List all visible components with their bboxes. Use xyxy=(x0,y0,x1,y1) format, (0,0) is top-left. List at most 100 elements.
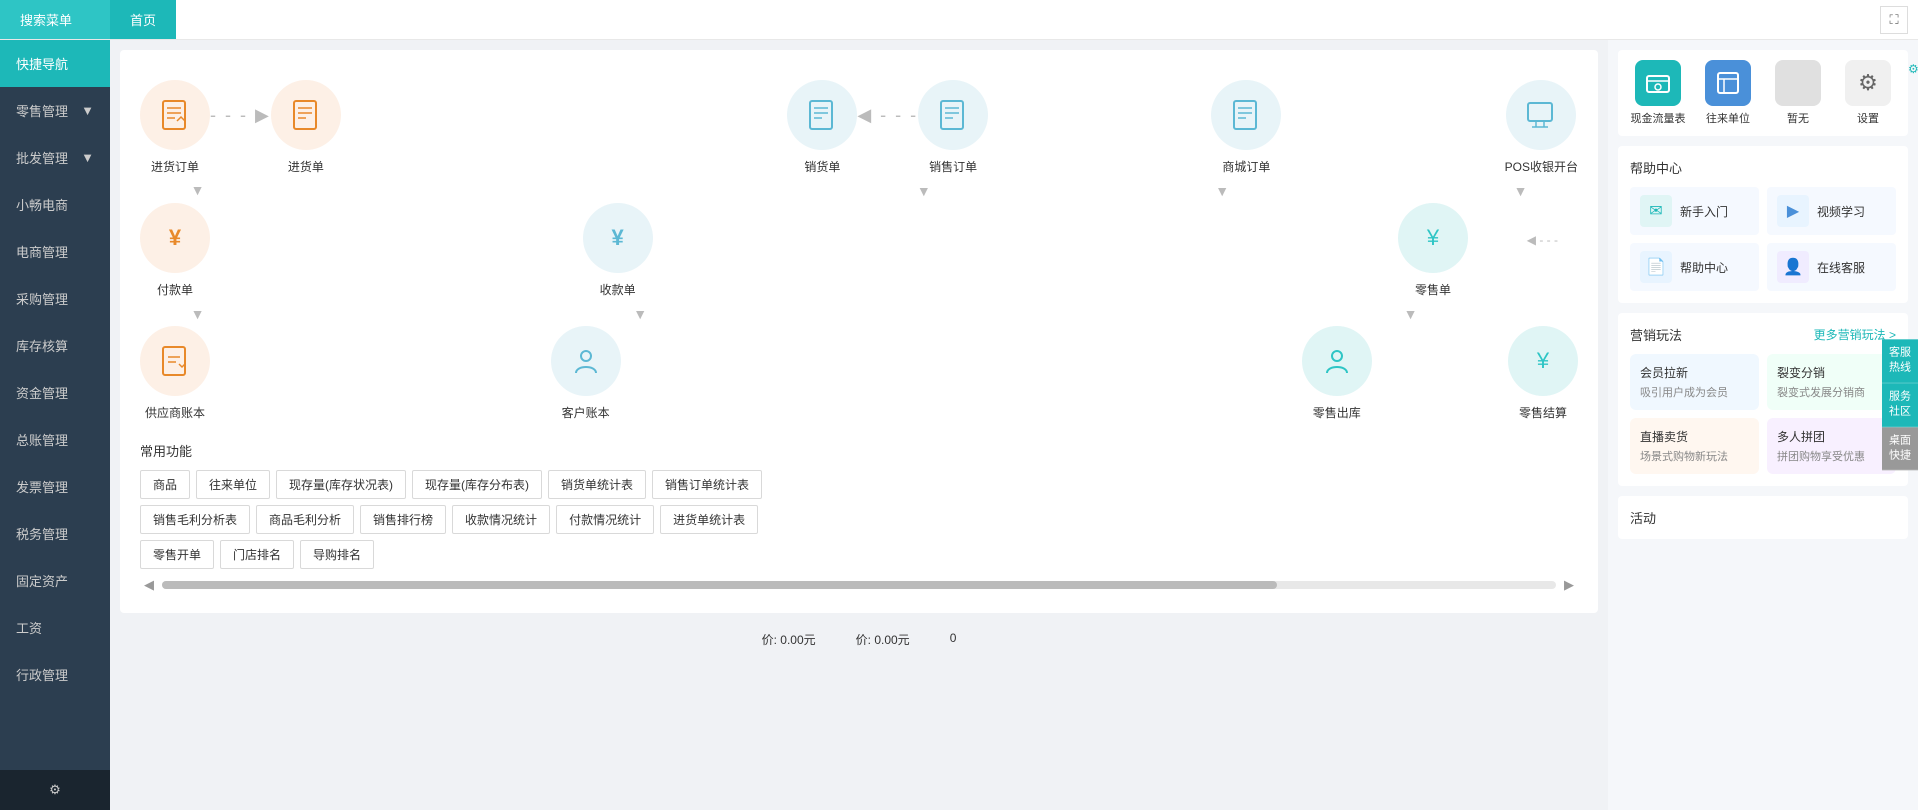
sidebar-item-wholesale[interactable]: 批发管理 ▼ xyxy=(0,134,110,181)
sale-slip-icon xyxy=(787,80,857,150)
func-btn-product-profit[interactable]: 商品毛利分析 xyxy=(256,505,354,534)
scroll-thumb xyxy=(162,581,1277,589)
func-btn-stock-dist[interactable]: 现存量(库存分布表) xyxy=(412,470,542,499)
node-customer-account[interactable]: 客户账本 xyxy=(551,326,621,421)
shortcut-settings-label: 设置 xyxy=(1857,110,1879,126)
sidebar-item-ecommerce-mgmt[interactable]: 电商管理 xyxy=(0,228,110,275)
sidebar-item-inventory[interactable]: 库存核算 xyxy=(0,322,110,369)
scroll-left-btn[interactable]: ◀ xyxy=(140,577,158,593)
shortcut-none-label: 暂无 xyxy=(1787,110,1809,126)
func-btn-guide-rank[interactable]: 导购排名 xyxy=(300,540,374,569)
func-btn-sale-rank[interactable]: 销售排行榜 xyxy=(360,505,446,534)
stat-item-3: 0 xyxy=(950,631,957,648)
help-item-video[interactable]: ▶ 视频学习 xyxy=(1767,187,1896,235)
shortcut-none[interactable]: 暂无 xyxy=(1768,60,1828,126)
node-supplier-account[interactable]: 供应商账本 xyxy=(140,326,210,421)
node-payment-slip[interactable]: ¥ 付款单 xyxy=(140,203,210,298)
sidebar-item-purchase[interactable]: 采购管理 xyxy=(0,275,110,322)
scroll-track[interactable] xyxy=(162,581,1556,589)
settings-shortcut-icon: ⚙ xyxy=(1845,60,1891,106)
live-title: 直播卖货 xyxy=(1640,428,1749,445)
sidebar-item-finance[interactable]: 资金管理 xyxy=(0,369,110,416)
node-mall-order[interactable]: 商城订单 xyxy=(1211,80,1281,175)
beginner-icon: ✉ xyxy=(1640,195,1672,227)
func-btn-sale-profit[interactable]: 销售毛利分析表 xyxy=(140,505,250,534)
func-btn-purchase-stats[interactable]: 进货单统计表 xyxy=(660,505,758,534)
node-purchase-slip[interactable]: 进货单 xyxy=(271,80,341,175)
func-btn-product[interactable]: 商品 xyxy=(140,470,190,499)
stat-item-2: 价: 0.00元 xyxy=(856,631,910,648)
marketing-item-fission[interactable]: 裂变分销 裂变式发展分销商 xyxy=(1767,354,1896,410)
sidebar-item-retail[interactable]: 零售管理 ▼ xyxy=(0,87,110,134)
func-grid-row1: 商品 往来单位 现存量(库存状况表) 现存量(库存分布表) 销货单统计表 销售订… xyxy=(140,470,1578,499)
video-icon: ▶ xyxy=(1777,195,1809,227)
sidebar-item-fixed-assets[interactable]: 固定资产 xyxy=(0,557,110,604)
fission-title: 裂变分销 xyxy=(1777,364,1886,381)
sidebar-settings-btn[interactable]: ⚙ xyxy=(0,770,110,810)
shortcut-settings[interactable]: ⚙ 设置 xyxy=(1838,60,1898,126)
node-receipt-slip[interactable]: ¥ 收款单 xyxy=(583,203,653,298)
help-item-beginner[interactable]: ✉ 新手入门 xyxy=(1630,187,1759,235)
func-btn-sale-stats[interactable]: 销货单统计表 xyxy=(548,470,646,499)
float-btn-service[interactable]: 客服热线 xyxy=(1882,339,1918,383)
supplier-account-label: 供应商账本 xyxy=(145,404,205,421)
marketing-item-live[interactable]: 直播卖货 场景式购物新玩法 xyxy=(1630,418,1759,474)
top-bar-right: ⛶ xyxy=(1880,6,1918,34)
search-menu-btn[interactable]: 搜索菜单 xyxy=(0,0,110,39)
arrow-right-icon: - - - ▶ xyxy=(210,105,271,126)
func-btn-order-stats[interactable]: 销售订单统计表 xyxy=(652,470,762,499)
func-btn-store-rank[interactable]: 门店排名 xyxy=(220,540,294,569)
node-sale-order[interactable]: 销售订单 xyxy=(918,80,988,175)
func-btn-retail-order[interactable]: 零售开单 xyxy=(140,540,214,569)
flow-row-3: 供应商账本 客户账本 xyxy=(140,326,1578,421)
v-arrow-retail: ▼ xyxy=(1353,306,1468,322)
node-retail-slip[interactable]: ¥ 零售单 ◀ - - - xyxy=(1398,203,1468,298)
shortcut-partners[interactable]: 往来单位 xyxy=(1698,60,1758,126)
purchase-order-icon xyxy=(140,80,210,150)
customize-btn[interactable]: ⚙ 首页自定义设置 xyxy=(1908,60,1918,77)
func-btn-stock-status[interactable]: 现存量(库存状况表) xyxy=(276,470,406,499)
marketing-item-group[interactable]: 多人拼团 拼团购物享受优惠 xyxy=(1767,418,1896,474)
member-title: 会员拉新 xyxy=(1640,364,1749,381)
help-grid: ✉ 新手入门 ▶ 视频学习 📄 帮助中心 👤 在线客服 xyxy=(1630,187,1896,291)
sidebar-item-invoice[interactable]: 发票管理 xyxy=(0,463,110,510)
v-arrows-row: ▼ ▼ ▼ ▼ xyxy=(140,183,1578,199)
tab-home[interactable]: 首页 xyxy=(110,0,176,39)
main-panel: 进货订单 - - - ▶ 进货单 xyxy=(110,40,1608,810)
help-item-helpcenter[interactable]: 📄 帮助中心 xyxy=(1630,243,1759,291)
marketing-item-member[interactable]: 会员拉新 吸引用户成为会员 xyxy=(1630,354,1759,410)
sidebar-item-general-ledger[interactable]: 总账管理 xyxy=(0,416,110,463)
float-btn-desktop[interactable]: 桌面快捷 xyxy=(1882,427,1918,471)
group-desc: 拼团购物享受优惠 xyxy=(1777,448,1886,464)
video-label: 视频学习 xyxy=(1817,203,1865,220)
float-btn-community[interactable]: 服务社区 xyxy=(1882,383,1918,427)
sidebar-item-admin[interactable]: 行政管理 xyxy=(0,651,110,698)
func-btn-receipt-stats[interactable]: 收款情况统计 xyxy=(452,505,550,534)
sale-order-icon xyxy=(918,80,988,150)
node-purchase-order[interactable]: 进货订单 xyxy=(140,80,210,175)
node-retail-settle[interactable]: ¥ 零售结算 xyxy=(1508,326,1578,421)
node-retail-out[interactable]: 零售出库 xyxy=(1302,326,1372,421)
sidebar-item-tax[interactable]: 税务管理 xyxy=(0,510,110,557)
sidebar-item-ecommerce-small[interactable]: 小畅电商 xyxy=(0,181,110,228)
sidebar-item-payroll[interactable]: 工资 xyxy=(0,604,110,651)
scroll-right-btn[interactable]: ▶ xyxy=(1560,577,1578,593)
func-btn-partners[interactable]: 往来单位 xyxy=(196,470,270,499)
sidebar-item-label: 固定资产 xyxy=(16,571,68,590)
pos-label: POS收银开台 xyxy=(1505,158,1578,175)
sidebar-item-quick-nav[interactable]: 快捷导航 xyxy=(0,40,110,87)
common-func-title: 常用功能 xyxy=(140,441,1578,460)
v-arrow-payment: ▼ xyxy=(140,306,255,322)
sidebar-item-label: 行政管理 xyxy=(16,665,68,684)
func-btn-payment-stats[interactable]: 付款情况统计 xyxy=(556,505,654,534)
node-sale-slip[interactable]: 销货单 xyxy=(787,80,857,175)
help-item-service[interactable]: 👤 在线客服 xyxy=(1767,243,1896,291)
settings-icon: ⚙ xyxy=(49,782,61,797)
beginner-label: 新手入门 xyxy=(1680,203,1728,220)
retail-settle-label: 零售结算 xyxy=(1519,404,1567,421)
shortcut-cash-flow[interactable]: 现金流量表 xyxy=(1628,60,1688,126)
fullscreen-button[interactable]: ⛶ xyxy=(1880,6,1908,34)
live-desc: 场景式购物新玩法 xyxy=(1640,448,1749,464)
purchase-slip-label: 进货单 xyxy=(288,158,324,175)
node-pos[interactable]: POS收银开台 xyxy=(1505,80,1578,175)
